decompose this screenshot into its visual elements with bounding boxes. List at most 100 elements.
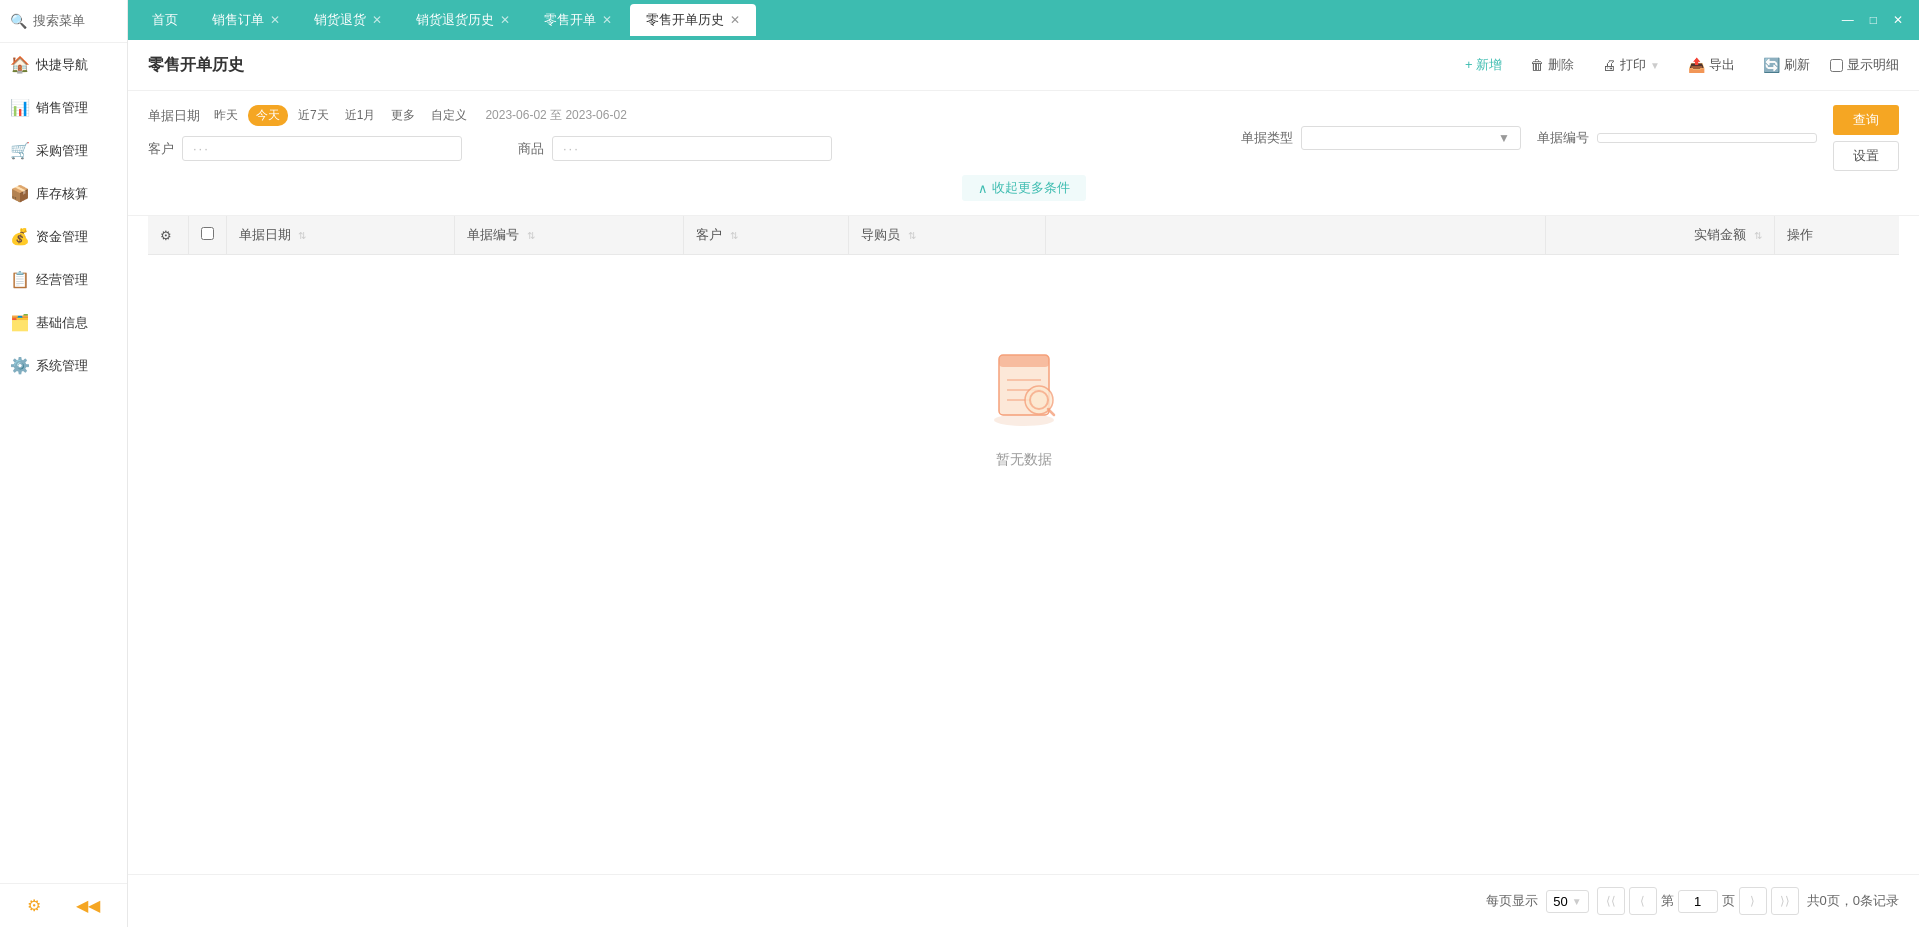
sidebar-item-operations[interactable]: 📋 经营管理 [0,258,127,301]
date-btn-custom[interactable]: 自定义 [425,105,473,126]
tab-sales-order-close[interactable]: ✕ [270,13,280,27]
doc-type-select[interactable]: ▼ [1301,126,1521,150]
tab-home[interactable]: 首页 [136,4,194,36]
tab-sales-return[interactable]: 销货退货 ✕ [298,4,398,36]
sidebar-item-label: 快捷导航 [36,56,88,74]
display-detail-toggle[interactable]: 显示明细 [1830,56,1899,74]
refresh-button[interactable]: 🔄 刷新 [1755,52,1818,78]
tab-sales-return-close[interactable]: ✕ [372,13,382,27]
print-button[interactable]: 🖨 打印 ▼ [1594,52,1668,78]
date-btn-today[interactable]: 今天 [248,105,288,126]
th-check[interactable] [188,216,226,255]
main-area: 首页 销售订单 ✕ 销货退货 ✕ 销货退货历史 ✕ 零售开单 ✕ 零售开单历史 … [128,0,1919,927]
date-btn-more[interactable]: 更多 [385,105,421,126]
filter-doc-type-item: 单据类型 ▼ [1241,126,1521,150]
tab-retail-history-close[interactable]: ✕ [730,13,740,27]
th-spacer [1045,216,1545,255]
filter-customer-item: 客户 ··· [148,136,462,161]
th-date[interactable]: 单据日期 ⇅ [226,216,455,255]
th-guide-label: 导购员 [861,227,900,242]
doc-no-label: 单据编号 [1537,129,1589,147]
per-page-arrow-icon: ▼ [1572,896,1582,907]
box-icon: 📦 [10,184,30,203]
display-detail-label: 显示明细 [1847,56,1899,74]
sidebar-search[interactable]: 🔍 搜索菜单 [0,0,127,43]
page-input[interactable]: 1 [1678,890,1718,913]
export-button[interactable]: 📤 导出 [1680,52,1743,78]
tab-retail-open[interactable]: 零售开单 ✕ [528,4,628,36]
sidebar-item-quick-nav[interactable]: 🏠 快捷导航 [0,43,127,86]
tab-retail-open-close[interactable]: ✕ [602,13,612,27]
tab-sales-return-history-close[interactable]: ✕ [500,13,510,27]
sidebar: 🔍 搜索菜单 🏠 快捷导航 📊 销售管理 🛒 采购管理 📦 库存核算 💰 资金管… [0,0,128,927]
date-btn-1month[interactable]: 近1月 [339,105,382,126]
page-prev-btn[interactable]: ⟨ [1629,887,1657,915]
pagination: 每页显示 50 ▼ ⟨⟨ ⟨ 第 1 页 ⟩ ⟩⟩ 共0页，0条记录 [128,874,1919,927]
gear-icon: ⚙️ [10,356,30,375]
refresh-icon: 🔄 [1763,57,1780,73]
page-first-btn[interactable]: ⟨⟨ [1597,887,1625,915]
sidebar-item-label: 系统管理 [36,357,88,375]
home-icon: 🏠 [10,55,30,74]
export-icon: 📤 [1688,57,1705,73]
date-btn-7days[interactable]: 近7天 [292,105,335,126]
page-header: 零售开单历史 + 新增 🗑 删除 🖨 打印 ▼ 📤 导出 [128,40,1919,91]
page-label-after: 页 [1722,892,1735,910]
page-last-btn[interactable]: ⟩⟩ [1771,887,1799,915]
settings-icon[interactable]: ⚙ [27,896,41,915]
page-next-btn[interactable]: ⟩ [1739,887,1767,915]
window-close-btn[interactable]: ✕ [1885,9,1911,31]
content-area: 零售开单历史 + 新增 🗑 删除 🖨 打印 ▼ 📤 导出 [128,40,1919,927]
setting-button[interactable]: 设置 [1833,141,1899,171]
delete-button[interactable]: 🗑 删除 [1522,52,1582,78]
collapse-button[interactable]: ∧ 收起更多条件 [962,175,1086,201]
sort-guide-icon: ⇅ [908,230,916,241]
export-label: 导出 [1709,56,1735,74]
sidebar-item-basic-info[interactable]: 🗂️ 基础信息 [0,301,127,344]
sidebar-item-purchase-mgmt[interactable]: 🛒 采购管理 [0,129,127,172]
tab-sales-order[interactable]: 销售订单 ✕ [196,4,296,36]
goods-input[interactable]: ··· [552,136,832,161]
doc-type-arrow-icon: ▼ [1498,131,1510,145]
data-table: ⚙ 单据日期 ⇅ 单据编号 ⇅ [148,216,1899,255]
tab-sales-return-label: 销货退货 [314,11,366,29]
display-detail-checkbox[interactable] [1830,59,1843,72]
chart-icon: 📊 [10,98,30,117]
sidebar-item-label: 基础信息 [36,314,88,332]
customer-input[interactable]: ··· [182,136,462,161]
date-btn-yesterday[interactable]: 昨天 [208,105,244,126]
empty-text: 暂无数据 [996,451,1052,469]
filter-row-2: 客户 ··· 商品 ··· [148,136,1209,161]
select-all-checkbox[interactable] [201,227,214,240]
per-page-select[interactable]: 50 ▼ [1546,890,1588,913]
toolbar: + 新增 🗑 删除 🖨 打印 ▼ 📤 导出 🔄 刷新 [1457,52,1899,78]
query-button[interactable]: 查询 [1833,105,1899,135]
sidebar-item-sales-mgmt[interactable]: 📊 销售管理 [0,86,127,129]
tab-sales-order-label: 销售订单 [212,11,264,29]
tab-sales-return-history-label: 销货退货历史 [416,11,494,29]
th-no-label: 单据编号 [467,227,519,242]
th-guide[interactable]: 导购员 ⇅ [848,216,1045,255]
customer-dots: ··· [193,141,210,156]
th-settings[interactable]: ⚙ [148,216,188,255]
th-amount[interactable]: 实销金额 ⇅ [1545,216,1774,255]
table-area: ⚙ 单据日期 ⇅ 单据编号 ⇅ [128,216,1919,874]
th-no[interactable]: 单据编号 ⇅ [455,216,684,255]
folder-icon: 🗂️ [10,313,30,332]
new-button[interactable]: + 新增 [1457,52,1510,78]
sidebar-item-inventory[interactable]: 📦 库存核算 [0,172,127,215]
window-maximize-btn[interactable]: □ [1862,9,1885,31]
doc-no-input[interactable] [1597,133,1817,143]
sidebar-item-finance[interactable]: 💰 资金管理 [0,215,127,258]
tab-retail-history[interactable]: 零售开单历史 ✕ [630,4,756,36]
sidebar-item-system[interactable]: ⚙️ 系统管理 [0,344,127,387]
collapse-sidebar-icon[interactable]: ◀◀ [76,896,100,915]
sort-date-icon: ⇅ [298,230,306,241]
new-label: + 新增 [1465,56,1502,74]
sidebar-item-label: 销售管理 [36,99,88,117]
window-minimize-btn[interactable]: — [1834,9,1862,31]
tab-sales-return-history[interactable]: 销货退货历史 ✕ [400,4,526,36]
print-arrow-icon: ▼ [1650,60,1660,71]
th-customer[interactable]: 客户 ⇅ [684,216,849,255]
doc-type-label: 单据类型 [1241,129,1293,147]
